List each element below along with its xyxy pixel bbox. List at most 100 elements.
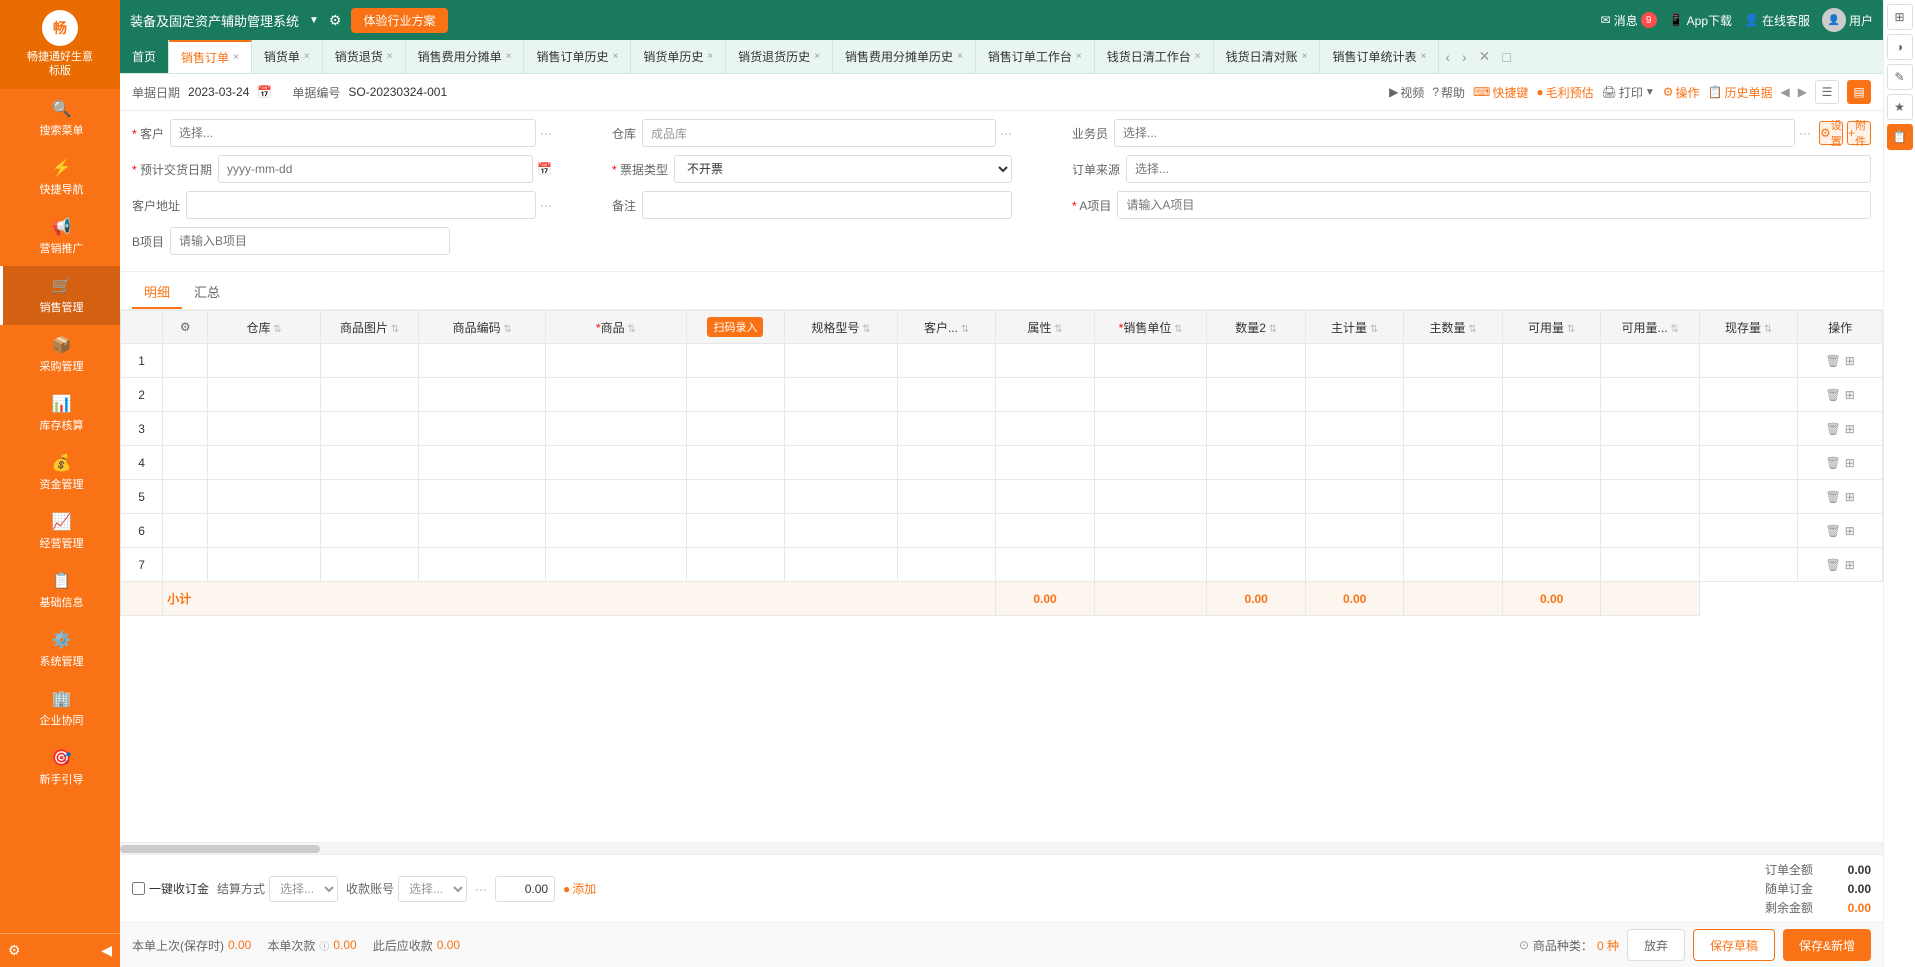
warehouse-expand-icon[interactable]: ···: [1000, 126, 1012, 140]
discard-button[interactable]: 放弃: [1627, 929, 1685, 961]
tabbar-nav-0[interactable]: ‹: [1439, 49, 1456, 65]
sidebar-item-sales[interactable]: 🛒销售管理: [0, 266, 120, 325]
customer-addr-input[interactable]: [186, 191, 536, 219]
tab-close-salesorderhistory[interactable]: ×: [612, 51, 618, 62]
one-click-label[interactable]: 一键收订金: [132, 880, 209, 897]
tab-salesreturn[interactable]: 销货退货×: [323, 40, 406, 74]
staff-expand-icon[interactable]: ···: [1799, 126, 1811, 140]
message-item[interactable]: ✉ 消息 9: [1601, 12, 1657, 29]
amount-input[interactable]: [495, 876, 555, 902]
arrow-left-icon[interactable]: ◀: [1781, 85, 1790, 99]
tab-salesexpensehistory[interactable]: 销售费用分摊单历史×: [833, 40, 976, 74]
tab-creditreconcile[interactable]: 钱货日清对账×: [1214, 40, 1321, 74]
history-btn[interactable]: 📋 历史单据: [1708, 84, 1773, 101]
sidebar-item-inventory[interactable]: 📊库存核算: [0, 384, 120, 443]
subtab-detail[interactable]: 明细: [132, 276, 182, 309]
tab-close-creditreconcile[interactable]: ×: [1302, 51, 1308, 62]
tab-close-salesexpensehistory[interactable]: ×: [957, 51, 963, 62]
tabbar-nav-2[interactable]: ✕: [1473, 48, 1497, 65]
row-delete-icon[interactable]: 🗑: [1826, 388, 1841, 402]
form-settings-btn[interactable]: ⚙ 设置: [1819, 121, 1843, 145]
save-new-button[interactable]: 保存&新增: [1783, 929, 1871, 961]
sidebar-item-operations[interactable]: 📈经营管理: [0, 502, 120, 561]
rs-btn-2[interactable]: ◑: [1887, 34, 1913, 60]
customer-input[interactable]: [170, 119, 536, 147]
remark-input[interactable]: [642, 191, 1012, 219]
row-copy-icon[interactable]: ⊞: [1845, 388, 1855, 402]
row-copy-icon[interactable]: ⊞: [1845, 422, 1855, 436]
scan-btn[interactable]: 扫码录入: [707, 317, 763, 337]
col-header-gear[interactable]: ⚙: [163, 311, 208, 344]
topbar-chevron-icon[interactable]: ▼: [309, 15, 319, 26]
rs-btn-4[interactable]: ★: [1887, 94, 1913, 120]
save-draft-button[interactable]: 保存草稿: [1693, 929, 1775, 961]
rs-btn-3[interactable]: ✎: [1887, 64, 1913, 90]
warehouse-input[interactable]: [642, 119, 996, 147]
row-copy-icon[interactable]: ⊞: [1845, 354, 1855, 368]
row-delete-icon[interactable]: 🗑: [1826, 490, 1841, 504]
invoice-select[interactable]: 不开票 增值税普通发票 增值税专用发票: [674, 155, 1012, 183]
settings-icon[interactable]: ⚙: [8, 942, 21, 959]
profit-btn[interactable]: ● 毛利预估: [1536, 84, 1593, 101]
tab-close-creditdaily[interactable]: ×: [1195, 51, 1201, 62]
help-btn[interactable]: ? 帮助: [1432, 84, 1465, 101]
tab-salesworkbench[interactable]: 销售订单工作台×: [976, 40, 1095, 74]
tab-salesreturnhistory[interactable]: 销货退货历史×: [726, 40, 833, 74]
topbar-gear-icon[interactable]: ⚙: [329, 12, 342, 29]
sidebar-item-system[interactable]: ⚙️系统管理: [0, 620, 120, 679]
print-btn[interactable]: 🖨 打印 ▼: [1602, 84, 1655, 101]
delivery-date-input[interactable]: [218, 155, 533, 183]
collapse-icon[interactable]: ◀: [101, 942, 112, 959]
sidebar-item-newbie[interactable]: 🎯新手引导: [0, 738, 120, 797]
account-expand-icon[interactable]: ···: [475, 882, 487, 896]
attach-btn[interactable]: + 附件: [1847, 121, 1871, 145]
user-item[interactable]: 👤 用户: [1822, 8, 1873, 32]
a-project-input[interactable]: [1117, 191, 1871, 219]
row-copy-icon[interactable]: ⊞: [1845, 456, 1855, 470]
tab-salesnote[interactable]: 销货单×: [252, 40, 323, 74]
row-delete-icon[interactable]: 🗑: [1826, 558, 1841, 572]
tab-salesexpense[interactable]: 销售费用分摊单×: [406, 40, 525, 74]
row-delete-icon[interactable]: 🗑: [1826, 354, 1841, 368]
account-select[interactable]: 选择...: [398, 876, 467, 902]
sidebar-item-quicknav[interactable]: ⚡快捷导航: [0, 148, 120, 207]
row-delete-icon[interactable]: 🗑: [1826, 456, 1841, 470]
tab-close-salessummary[interactable]: ×: [1420, 51, 1426, 62]
row-copy-icon[interactable]: ⊞: [1845, 490, 1855, 504]
tab-salesorder[interactable]: 销售订单×: [169, 40, 252, 74]
tabbar-nav-1[interactable]: ›: [1456, 49, 1473, 65]
sidebar-logo[interactable]: 畅 畅捷通好生意 标版: [0, 0, 120, 89]
service-item[interactable]: 👤 在线客服: [1744, 12, 1810, 29]
sidebar-item-marketing[interactable]: 📢营销推广: [0, 207, 120, 266]
sidebar-item-search[interactable]: 🔍搜索菜单: [0, 89, 120, 148]
tab-close-salesexpense[interactable]: ×: [506, 51, 512, 62]
order-source-input[interactable]: [1126, 155, 1871, 183]
sidebar-item-company[interactable]: 🏢企业协同: [0, 679, 120, 738]
one-click-checkbox[interactable]: [132, 882, 145, 895]
settlement-select[interactable]: 选择...: [269, 876, 338, 902]
sidebar-item-finance[interactable]: 💰资金管理: [0, 443, 120, 502]
shortcut-btn[interactable]: ⌨ 快捷键: [1473, 84, 1528, 101]
solution-button[interactable]: 体验行业方案: [351, 8, 447, 33]
grid-view-btn[interactable]: ☰: [1815, 80, 1839, 104]
sidebar-item-purchase[interactable]: 📦采购管理: [0, 325, 120, 384]
list-view-btn[interactable]: ▤: [1847, 80, 1871, 104]
tab-close-salesreturnhistory[interactable]: ×: [814, 51, 820, 62]
rs-btn-1[interactable]: ⊞: [1887, 4, 1913, 30]
calendar-icon[interactable]: 📅: [257, 85, 272, 99]
tab-close-salesworkbench[interactable]: ×: [1076, 51, 1082, 62]
gear-settings-icon[interactable]: ⚙: [180, 320, 191, 334]
tab-home[interactable]: 首页: [120, 40, 169, 74]
tab-creditdaily[interactable]: 钱货日清工作台×: [1095, 40, 1214, 74]
row-copy-icon[interactable]: ⊞: [1845, 524, 1855, 538]
rs-btn-5[interactable]: 📋: [1887, 124, 1913, 150]
tab-close-salesreturn[interactable]: ×: [387, 51, 393, 62]
tab-close-salesnote[interactable]: ×: [304, 51, 310, 62]
tabbar-nav-3[interactable]: □: [1496, 49, 1516, 65]
subtab-summary[interactable]: 汇总: [182, 276, 232, 309]
view-btn[interactable]: ▶ 视频: [1389, 84, 1424, 101]
staff-input[interactable]: [1114, 119, 1795, 147]
scroll-row[interactable]: [120, 842, 1883, 854]
sidebar-item-base[interactable]: 📋基础信息: [0, 561, 120, 620]
b-project-input[interactable]: [170, 227, 450, 255]
